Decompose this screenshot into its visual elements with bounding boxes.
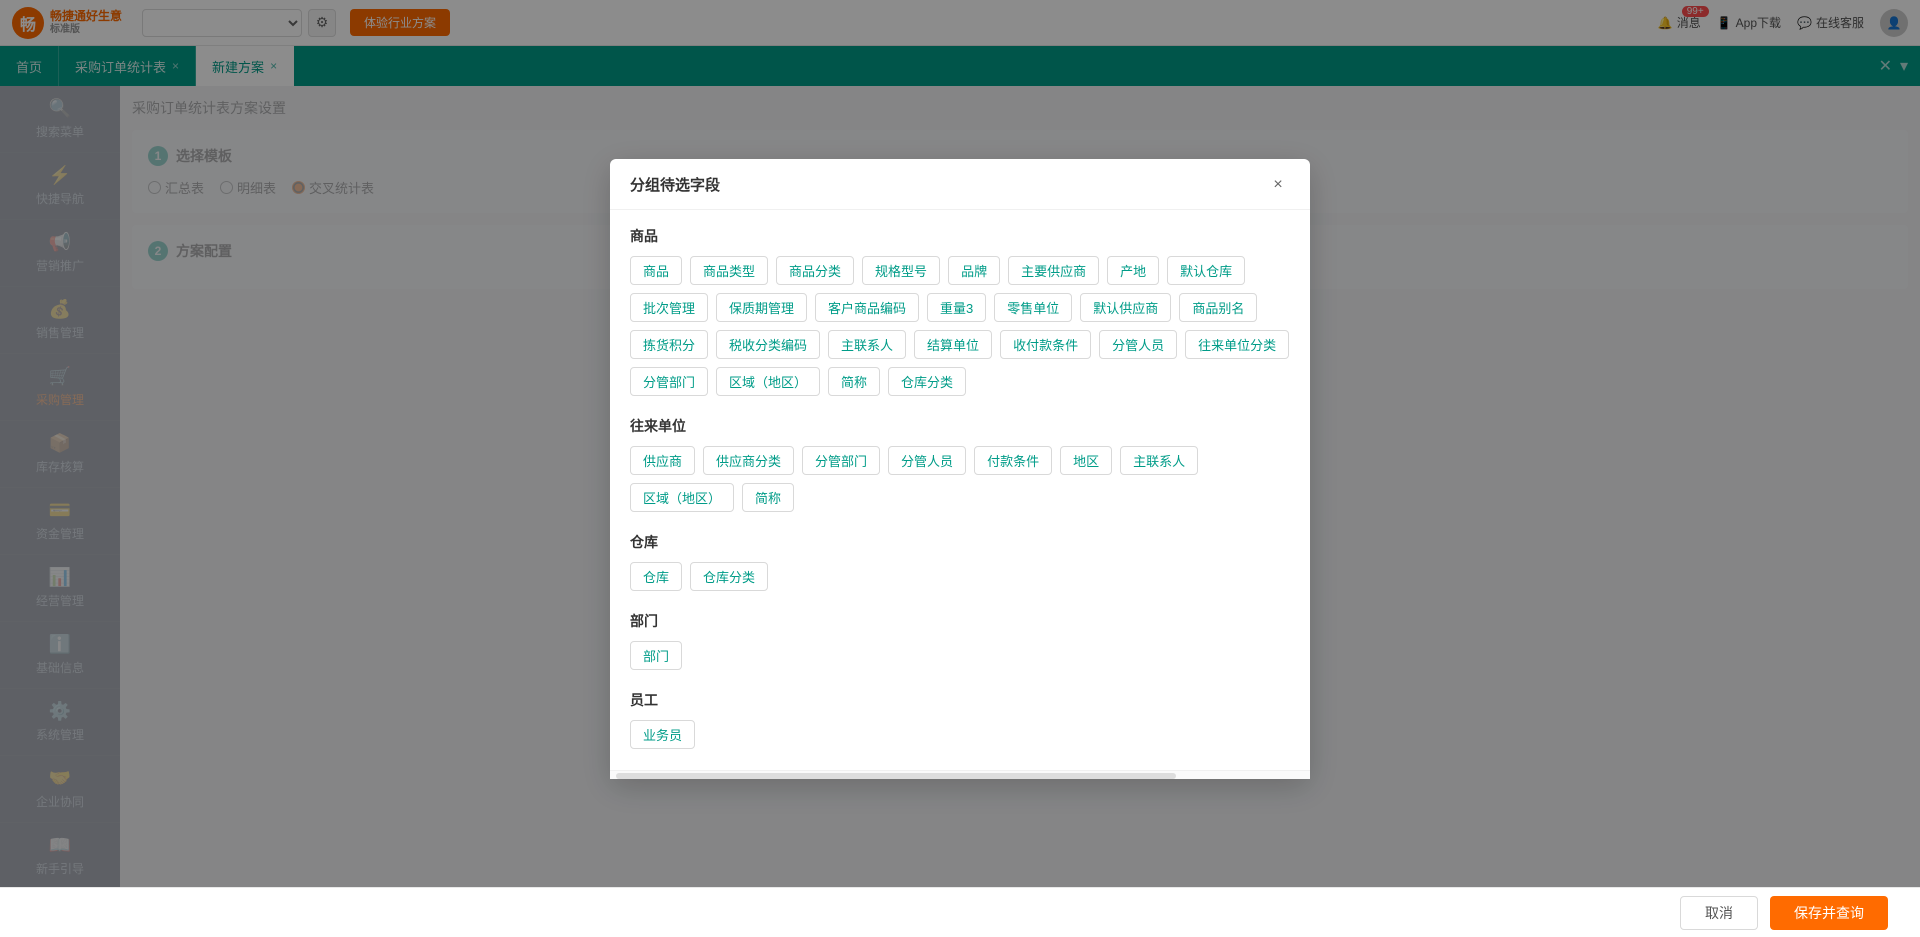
cancel-button[interactable]: 取消 bbox=[1680, 896, 1758, 930]
field-tag-0-1[interactable]: 商品类型 bbox=[690, 256, 768, 285]
save-button[interactable]: 保存并查询 bbox=[1770, 896, 1888, 930]
field-tag-0-15[interactable]: 拣货积分 bbox=[630, 330, 708, 359]
field-tag-0-4[interactable]: 品牌 bbox=[948, 256, 1000, 285]
field-tags-0: 商品商品类型商品分类规格型号品牌主要供应商产地默认仓库批次管理保质期管理客户商品… bbox=[630, 256, 1290, 396]
field-tag-0-8[interactable]: 批次管理 bbox=[630, 293, 708, 322]
field-tag-2-1[interactable]: 仓库分类 bbox=[690, 562, 768, 591]
modal-close-button[interactable]: × bbox=[1266, 173, 1290, 197]
field-section-0: 商品商品商品类型商品分类规格型号品牌主要供应商产地默认仓库批次管理保质期管理客户… bbox=[630, 226, 1290, 396]
field-tag-0-0[interactable]: 商品 bbox=[630, 256, 682, 285]
field-tag-1-1[interactable]: 供应商分类 bbox=[703, 446, 794, 475]
field-tag-0-6[interactable]: 产地 bbox=[1107, 256, 1159, 285]
field-section-title-0: 商品 bbox=[630, 226, 1290, 246]
field-tag-2-0[interactable]: 仓库 bbox=[630, 562, 682, 591]
field-tag-0-11[interactable]: 重量3 bbox=[927, 293, 986, 322]
field-tag-0-21[interactable]: 往来单位分类 bbox=[1185, 330, 1289, 359]
field-tag-0-12[interactable]: 零售单位 bbox=[994, 293, 1072, 322]
field-tag-0-9[interactable]: 保质期管理 bbox=[716, 293, 807, 322]
field-tag-0-24[interactable]: 简称 bbox=[828, 367, 880, 396]
field-section-title-2: 仓库 bbox=[630, 532, 1290, 552]
field-tags-3: 部门 bbox=[630, 641, 1290, 670]
modal: 分组待选字段 × 商品商品商品类型商品分类规格型号品牌主要供应商产地默认仓库批次… bbox=[610, 159, 1310, 779]
field-tag-0-10[interactable]: 客户商品编码 bbox=[815, 293, 919, 322]
bottom-bar: 取消 保存并查询 bbox=[0, 887, 1920, 937]
modal-title: 分组待选字段 bbox=[630, 174, 720, 195]
field-tag-0-22[interactable]: 分管部门 bbox=[630, 367, 708, 396]
field-tags-4: 业务员 bbox=[630, 720, 1290, 749]
field-tag-1-8[interactable]: 简称 bbox=[742, 483, 794, 512]
modal-scroll-bar bbox=[610, 770, 1310, 779]
field-tag-0-13[interactable]: 默认供应商 bbox=[1080, 293, 1171, 322]
field-tag-0-20[interactable]: 分管人员 bbox=[1099, 330, 1177, 359]
field-tag-0-25[interactable]: 仓库分类 bbox=[888, 367, 966, 396]
field-tags-2: 仓库仓库分类 bbox=[630, 562, 1290, 591]
modal-header: 分组待选字段 × bbox=[610, 159, 1310, 210]
field-section-4: 员工业务员 bbox=[630, 690, 1290, 749]
field-tag-0-23[interactable]: 区域（地区） bbox=[716, 367, 820, 396]
field-tag-4-0[interactable]: 业务员 bbox=[630, 720, 695, 749]
field-section-1: 往来单位供应商供应商分类分管部门分管人员付款条件地区主联系人区域（地区） 简称 bbox=[630, 416, 1290, 512]
field-tag-1-6[interactable]: 主联系人 bbox=[1120, 446, 1198, 475]
modal-scroll-thumb bbox=[616, 773, 1176, 779]
field-tag-1-5[interactable]: 地区 bbox=[1060, 446, 1112, 475]
modal-body: 商品商品商品类型商品分类规格型号品牌主要供应商产地默认仓库批次管理保质期管理客户… bbox=[610, 210, 1310, 770]
field-tag-0-18[interactable]: 结算单位 bbox=[914, 330, 992, 359]
field-tag-0-2[interactable]: 商品分类 bbox=[776, 256, 854, 285]
field-tag-1-0[interactable]: 供应商 bbox=[630, 446, 695, 475]
field-tags-1: 供应商供应商分类分管部门分管人员付款条件地区主联系人区域（地区） 简称 bbox=[630, 446, 1290, 512]
field-tag-1-2[interactable]: 分管部门 bbox=[802, 446, 880, 475]
field-section-title-1: 往来单位 bbox=[630, 416, 1290, 436]
field-section-title-4: 员工 bbox=[630, 690, 1290, 710]
field-tag-3-0[interactable]: 部门 bbox=[630, 641, 682, 670]
field-tag-0-19[interactable]: 收付款条件 bbox=[1000, 330, 1091, 359]
field-tag-1-7[interactable]: 区域（地区） bbox=[630, 483, 734, 512]
field-section-2: 仓库仓库仓库分类 bbox=[630, 532, 1290, 591]
field-section-title-3: 部门 bbox=[630, 611, 1290, 631]
field-tag-0-14[interactable]: 商品别名 bbox=[1179, 293, 1257, 322]
field-section-3: 部门部门 bbox=[630, 611, 1290, 670]
modal-overlay: 分组待选字段 × 商品商品商品类型商品分类规格型号品牌主要供应商产地默认仓库批次… bbox=[0, 0, 1920, 937]
field-tag-0-16[interactable]: 税收分类编码 bbox=[716, 330, 820, 359]
field-tag-0-5[interactable]: 主要供应商 bbox=[1008, 256, 1099, 285]
field-tag-1-4[interactable]: 付款条件 bbox=[974, 446, 1052, 475]
field-tag-0-17[interactable]: 主联系人 bbox=[828, 330, 906, 359]
field-tag-1-3[interactable]: 分管人员 bbox=[888, 446, 966, 475]
field-tag-0-7[interactable]: 默认仓库 bbox=[1167, 256, 1245, 285]
field-tag-0-3[interactable]: 规格型号 bbox=[862, 256, 940, 285]
